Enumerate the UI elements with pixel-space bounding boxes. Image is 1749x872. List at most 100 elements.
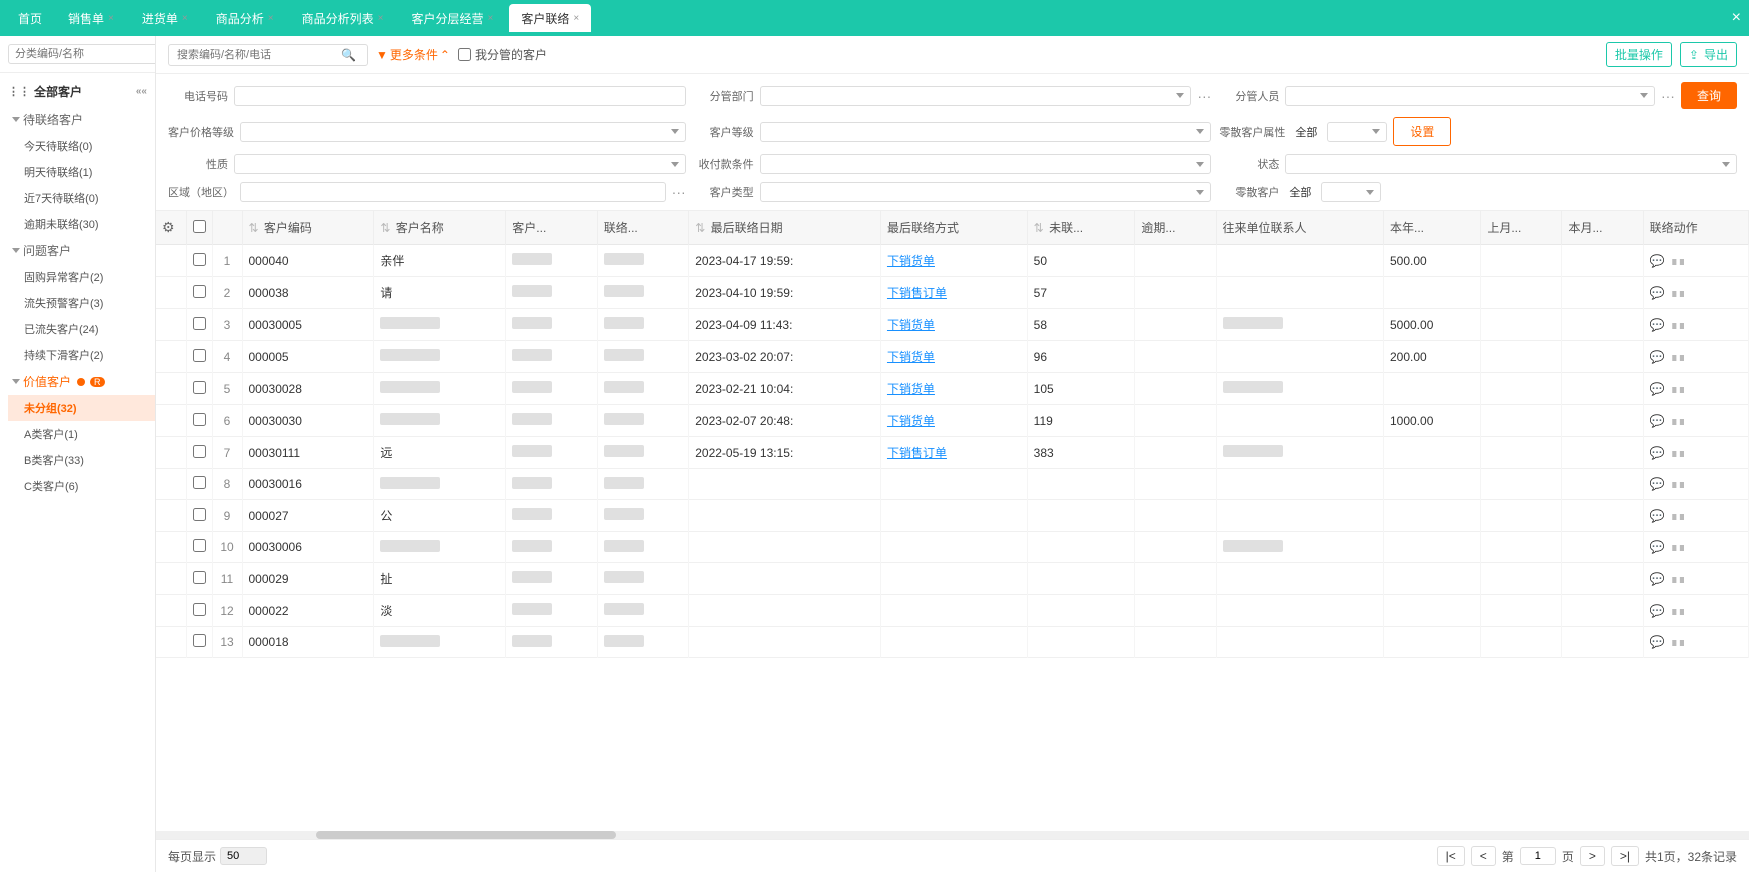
nav-home[interactable]: 首页 [8,10,52,27]
next-page-button[interactable]: > [1580,846,1605,866]
grid-action-icon[interactable]: ∎∎ [1671,350,1686,364]
nav-tab-analysis[interactable]: 商品分析 × [204,4,286,32]
staff-select[interactable] [1285,86,1655,106]
contact-icon[interactable]: 💬 [1650,318,1665,332]
sidebar-item-class-a[interactable]: A类客户(1) [8,421,155,447]
sidebar-item-tomorrow[interactable]: 明天待联络(1) [8,159,155,185]
grid-action-icon[interactable]: ∎∎ [1671,540,1686,554]
sidebar-item-overdue[interactable]: 逾期未联络(30) [8,211,155,237]
dept-select[interactable] [760,86,1192,106]
status-select[interactable] [1285,154,1737,174]
dept-dots-icon[interactable]: ··· [1197,88,1211,104]
sidebar-item-churned[interactable]: 已流失客户(24) [8,316,155,342]
close-purchase-tab[interactable]: × [182,13,188,24]
row-checkbox[interactable] [193,253,206,266]
contact-icon[interactable]: 💬 [1650,604,1665,618]
close-analysis-list-tab[interactable]: × [378,13,384,24]
cust-level-select[interactable] [760,122,1212,142]
row-checkbox[interactable] [193,413,206,426]
contact-icon[interactable]: 💬 [1650,254,1665,268]
staff-dots-icon[interactable]: ··· [1661,88,1675,104]
grid-action-icon[interactable]: ∎∎ [1671,572,1686,586]
type-select[interactable] [760,182,1212,202]
grid-action-icon[interactable]: ∎∎ [1671,382,1686,396]
contact-icon[interactable]: 💬 [1650,477,1665,491]
close-all-button[interactable]: × [1732,9,1741,27]
sidebar-item-churn-warning[interactable]: 流失预警客户(3) [8,290,155,316]
sidebar-item-ungrouped[interactable]: 未分组(32) [8,395,155,421]
row-checkbox[interactable] [193,508,206,521]
my-customers-check[interactable] [458,48,471,61]
sidebar-problem-group[interactable]: 问题客户 [0,237,155,264]
nav-tab-analysis-list[interactable]: 商品分析列表 × [290,4,396,32]
settings-icon[interactable]: ⚙ [162,219,175,235]
sidebar-score-group[interactable]: 价值客户 R [0,368,155,395]
row-checkbox[interactable] [193,476,206,489]
contact-icon[interactable]: 💬 [1650,446,1665,460]
grid-action-icon[interactable]: ∎∎ [1671,635,1686,649]
close-customer-contact-tab[interactable]: × [573,13,579,24]
contact-icon[interactable]: 💬 [1650,635,1665,649]
row-checkbox[interactable] [193,445,206,458]
row-checkbox[interactable] [193,539,206,552]
row-checkbox[interactable] [193,634,206,647]
grid-action-icon[interactable]: ∎∎ [1671,604,1686,618]
search-input[interactable] [177,49,337,61]
contact-icon[interactable]: 💬 [1650,350,1665,364]
sidebar-item-abnormal[interactable]: 固购异常客户(2) [8,264,155,290]
scrollbar-thumb[interactable] [316,831,616,839]
nav-tab-sales[interactable]: 销售单 × [56,4,126,32]
last-page-button[interactable]: >| [1611,846,1639,866]
sidebar-item-today[interactable]: 今天待联络(0) [8,133,155,159]
grid-action-icon[interactable]: ∎∎ [1671,509,1686,523]
close-customer-mgmt-tab[interactable]: × [487,13,493,24]
grid-action-icon[interactable]: ∎∎ [1671,318,1686,332]
sidebar-all-customers[interactable]: ⋮⋮ 全部客户 «« [0,77,155,106]
gender-select[interactable] [234,154,686,174]
prev-page-button[interactable]: < [1471,846,1496,866]
more-conditions-btn[interactable]: ▼ 更多条件 ⌃ [376,46,450,63]
nav-tab-customer-contact[interactable]: 客户联络 × [509,4,591,32]
region-dots-icon[interactable]: ··· [672,184,686,200]
contact-icon[interactable]: 💬 [1650,414,1665,428]
page-size-select[interactable]: 50 100 [220,847,267,865]
horizontal-scrollbar[interactable] [156,831,1749,839]
row-checkbox[interactable] [193,603,206,616]
page-number-input[interactable] [1520,847,1556,865]
pay-select[interactable] [760,154,1212,174]
sidebar-pending-group[interactable]: 待联络客户 [0,106,155,133]
row-checkbox[interactable] [193,285,206,298]
close-analysis-tab[interactable]: × [268,13,274,24]
sidebar-search-input[interactable] [8,44,156,64]
batch-ops-button[interactable]: 批量操作 [1606,42,1672,67]
contact-icon[interactable]: 💬 [1650,509,1665,523]
grid-action-icon[interactable]: ∎∎ [1671,414,1686,428]
nav-tab-purchase[interactable]: 进货单 × [130,4,200,32]
my-customers-checkbox[interactable]: 我分管的客户 [458,46,547,63]
region-input[interactable] [240,182,666,202]
close-sales-tab[interactable]: × [108,13,114,24]
row-checkbox[interactable] [193,571,206,584]
sidebar-item-declining[interactable]: 持续下滑客户(2) [8,342,155,368]
grid-action-icon[interactable]: ∎∎ [1671,446,1686,460]
grid-action-icon[interactable]: ∎∎ [1671,477,1686,491]
select-all-checkbox[interactable] [193,220,206,233]
sidebar-item-class-b[interactable]: B类客户(33) [8,447,155,473]
grid-action-icon[interactable]: ∎∎ [1671,254,1686,268]
row-checkbox[interactable] [193,349,206,362]
row-checkbox[interactable] [193,381,206,394]
search-icon[interactable]: 🔍 [341,48,356,62]
reset-button[interactable]: 设置 [1393,117,1451,146]
phone-input[interactable] [234,86,686,106]
contact-icon[interactable]: 💬 [1650,382,1665,396]
row-checkbox[interactable] [193,317,206,330]
attr-select[interactable] [1327,122,1387,142]
query-button[interactable]: 查询 [1681,82,1737,109]
price-level-select[interactable] [240,122,686,142]
nav-tab-customer-mgmt[interactable]: 客户分层经营 × [399,4,505,32]
contact-icon[interactable]: 💬 [1650,286,1665,300]
grid-action-icon[interactable]: ∎∎ [1671,286,1686,300]
retail-select[interactable] [1321,182,1381,202]
sidebar-item-class-c[interactable]: C类客户(6) [8,473,155,499]
export-button[interactable]: ⇪ 导出 [1680,42,1737,67]
